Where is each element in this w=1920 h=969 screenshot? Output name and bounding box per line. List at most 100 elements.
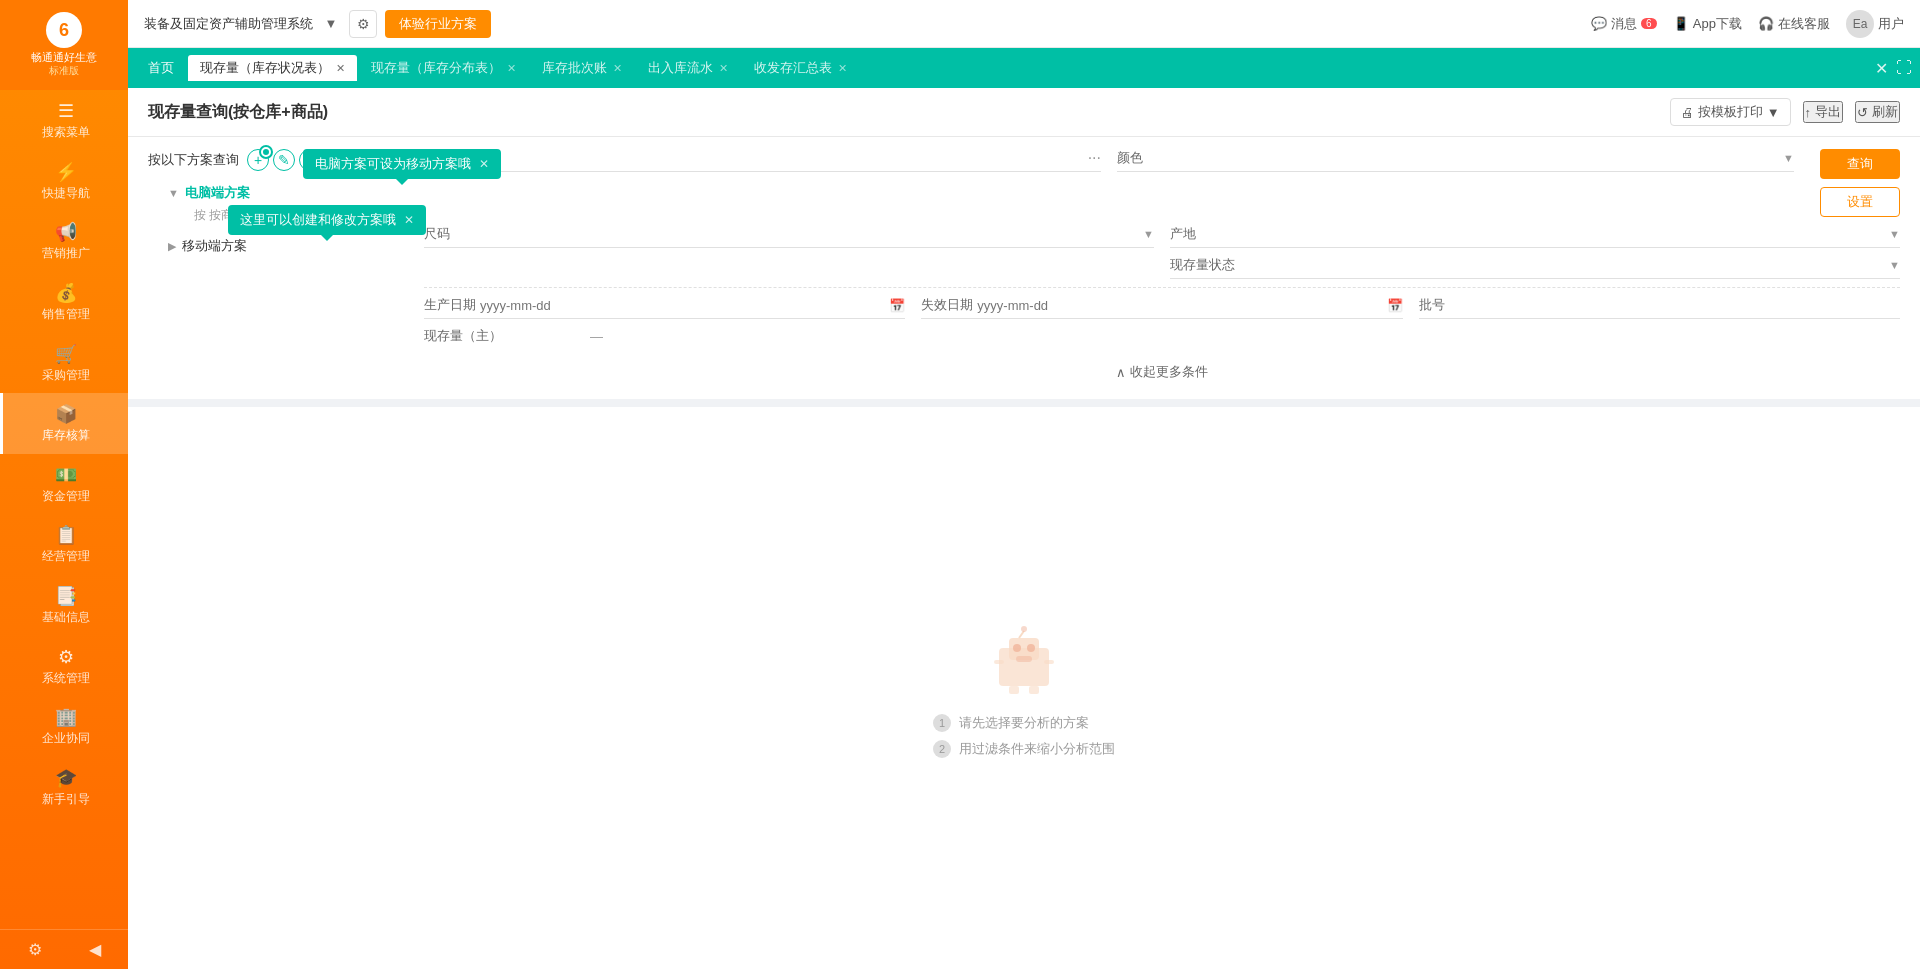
- user-avatar-btn[interactable]: Ea 用户: [1846, 10, 1904, 38]
- tab-stock-dist-label: 现存量（库存分布表）: [371, 59, 501, 77]
- filter-cell-expiry-date: 失效日期 📅: [921, 296, 1402, 319]
- tab-stock-inout[interactable]: 出入库流水 ✕: [636, 55, 740, 81]
- scheme-selector: 按以下方案查询 + ✎ ←: [148, 149, 408, 387]
- collapse-more-btn[interactable]: ∧ 收起更多条件: [1116, 357, 1208, 387]
- filter-row-3-placeholder: [424, 256, 1154, 279]
- tab-stock-batch-close[interactable]: ✕: [613, 62, 622, 75]
- scheme-tree: ▼ 电脑端方案 按 按商品 这里可以创建和修改方案哦 ✕: [148, 181, 408, 258]
- avatar-label: Ea: [1853, 17, 1868, 31]
- app-download-label: App下载: [1693, 15, 1742, 33]
- sidebar-bottom: ⚙ ◀: [0, 929, 128, 969]
- system-dropdown-btn[interactable]: ▼: [321, 14, 341, 34]
- stock-status-input[interactable]: [1239, 258, 1885, 273]
- app-download-btn[interactable]: 📱 App下载: [1673, 15, 1742, 33]
- edit-scheme-btn[interactable]: ✎: [273, 149, 295, 171]
- empty-state-illustration: [984, 618, 1064, 698]
- tab-stock-status-close[interactable]: ✕: [336, 62, 345, 75]
- filter-cell-stock-status: 现存量状态 ▼: [1170, 256, 1900, 279]
- template-print-label: 按模板打印: [1698, 103, 1763, 121]
- gear-icon: ⚙: [357, 16, 370, 32]
- origin-input[interactable]: [1224, 227, 1885, 242]
- tab-stock-summary[interactable]: 收发存汇总表 ✕: [742, 55, 859, 81]
- sidebar-settings-btn[interactable]: ⚙: [28, 940, 42, 959]
- phone-icon: 📱: [1673, 16, 1689, 31]
- sidebar-item-search-menu[interactable]: ☰ 搜索菜单: [0, 90, 128, 151]
- edit-tooltip-close[interactable]: ✕: [404, 213, 414, 227]
- sidebar-item-purchase[interactable]: 🛒 采购管理: [0, 333, 128, 394]
- sidebar-item-operations[interactable]: 📋 经营管理: [0, 514, 128, 575]
- tabbar: 首页 现存量（库存状况表） ✕ 现存量（库存分布表） ✕ 库存批次账 ✕ 出入库…: [128, 48, 1920, 88]
- sidebar-item-guide[interactable]: 🎓 新手引导: [0, 757, 128, 818]
- expiry-date-label: 失效日期: [921, 296, 973, 314]
- search-action-btns: 查询 设置: [1810, 149, 1900, 217]
- chevron-down-icon: ▼: [168, 187, 179, 199]
- search-btn[interactable]: 查询: [1820, 149, 1900, 179]
- svg-point-2: [1013, 644, 1021, 652]
- product-more-icon[interactable]: ···: [1088, 149, 1101, 167]
- tab-stock-batch[interactable]: 库存批次账 ✕: [530, 55, 634, 81]
- size-dropdown-icon[interactable]: ▼: [1143, 228, 1154, 240]
- tab-stock-dist[interactable]: 现存量（库存分布表） ✕: [359, 55, 528, 81]
- scheme-tooltip-close[interactable]: ✕: [479, 157, 489, 171]
- operations-icon: 📋: [55, 524, 77, 546]
- tabbar-actions: ✕ ⛶: [1875, 59, 1912, 78]
- tab-fullscreen-btn[interactable]: ⛶: [1896, 59, 1912, 77]
- tab-stock-inout-close[interactable]: ✕: [719, 62, 728, 75]
- stock-status-dropdown-icon[interactable]: ▼: [1889, 259, 1900, 271]
- sidebar-item-stock[interactable]: 📦 库存核算: [0, 393, 128, 454]
- tab-home[interactable]: 首页: [136, 55, 186, 81]
- chevron-up-icon: ∧: [1116, 365, 1126, 380]
- refresh-label: 刷新: [1872, 103, 1898, 121]
- calendar-icon-prod[interactable]: 📅: [889, 298, 905, 313]
- stock-main-from-input[interactable]: [506, 329, 586, 344]
- sidebar-item-enterprise[interactable]: 🏢 企业协同: [0, 696, 128, 757]
- industry-btn[interactable]: 体验行业方案: [385, 10, 491, 38]
- prod-date-input[interactable]: [480, 298, 885, 313]
- content-area: 现存量查询(按仓库+商品) 🖨 按模板打印 ▼ ↑ 导出 ↺ 刷新: [128, 88, 1920, 969]
- tab-stock-status[interactable]: 现存量（库存状况表） ✕: [188, 55, 357, 81]
- tab-stock-summary-close[interactable]: ✕: [838, 62, 847, 75]
- topbar-settings-btn[interactable]: ⚙: [349, 10, 377, 38]
- sidebar-item-finance[interactable]: 💵 资金管理: [0, 454, 128, 515]
- sidebar-item-system[interactable]: ⚙ 系统管理: [0, 636, 128, 697]
- svg-rect-4: [1016, 656, 1032, 662]
- svg-line-9: [1019, 631, 1024, 638]
- sidebar-item-marketing-label: 营销推广: [42, 246, 90, 262]
- reset-btn[interactable]: 设置: [1820, 187, 1900, 217]
- refresh-icon: ↺: [1857, 105, 1868, 120]
- tab-close-all-btn[interactable]: ✕: [1875, 59, 1888, 78]
- product-input[interactable]: [478, 151, 1084, 166]
- stock-status-label: 现存量状态: [1170, 256, 1235, 274]
- page-title: 现存量查询(按仓库+商品): [148, 102, 328, 133]
- expiry-date-input[interactable]: [977, 298, 1382, 313]
- calendar-icon-expiry[interactable]: 📅: [1387, 298, 1403, 313]
- filter-section: 按以下方案查询 + ✎ ←: [128, 137, 1920, 399]
- color-input[interactable]: [1171, 151, 1779, 166]
- system-icon: ⚙: [58, 646, 74, 668]
- sidebar-item-system-label: 系统管理: [42, 671, 90, 687]
- scheme-mobile-item[interactable]: ▶ 移动端方案: [168, 234, 408, 258]
- tab-stock-dist-close[interactable]: ✕: [507, 62, 516, 75]
- origin-label: 产地: [1170, 225, 1220, 243]
- export-btn[interactable]: ↑ 导出: [1803, 101, 1844, 123]
- color-dropdown-icon[interactable]: ▼: [1783, 152, 1794, 164]
- sidebar-item-stock-label: 库存核算: [42, 428, 90, 444]
- sidebar-item-sales[interactable]: 💰 销售管理: [0, 272, 128, 333]
- export-icon: ↑: [1805, 105, 1812, 120]
- sidebar-item-base-info[interactable]: 📑 基础信息: [0, 575, 128, 636]
- batch-input[interactable]: [1473, 298, 1900, 313]
- step-2-text: 用过滤条件来缩小分析范围: [959, 740, 1115, 758]
- stock-main-to-input[interactable]: [607, 329, 687, 344]
- sidebar-item-quick-nav[interactable]: ⚡ 快捷导航: [0, 151, 128, 212]
- scheme-desktop-item[interactable]: ▼ 电脑端方案: [168, 181, 408, 205]
- sidebar-collapse-btn[interactable]: ◀: [89, 940, 101, 959]
- size-input[interactable]: [478, 227, 1139, 242]
- add-scheme-btn[interactable]: +: [247, 149, 269, 171]
- template-print-btn[interactable]: 🖨 按模板打印 ▼: [1670, 98, 1791, 126]
- refresh-btn[interactable]: ↺ 刷新: [1855, 101, 1900, 123]
- sidebar-item-marketing[interactable]: 📢 营销推广: [0, 211, 128, 272]
- message-btn[interactable]: 💬 消息 6: [1591, 15, 1657, 33]
- batch-label: 批号: [1419, 296, 1469, 314]
- origin-dropdown-icon[interactable]: ▼: [1889, 228, 1900, 240]
- online-support-btn[interactable]: 🎧 在线客服: [1758, 15, 1830, 33]
